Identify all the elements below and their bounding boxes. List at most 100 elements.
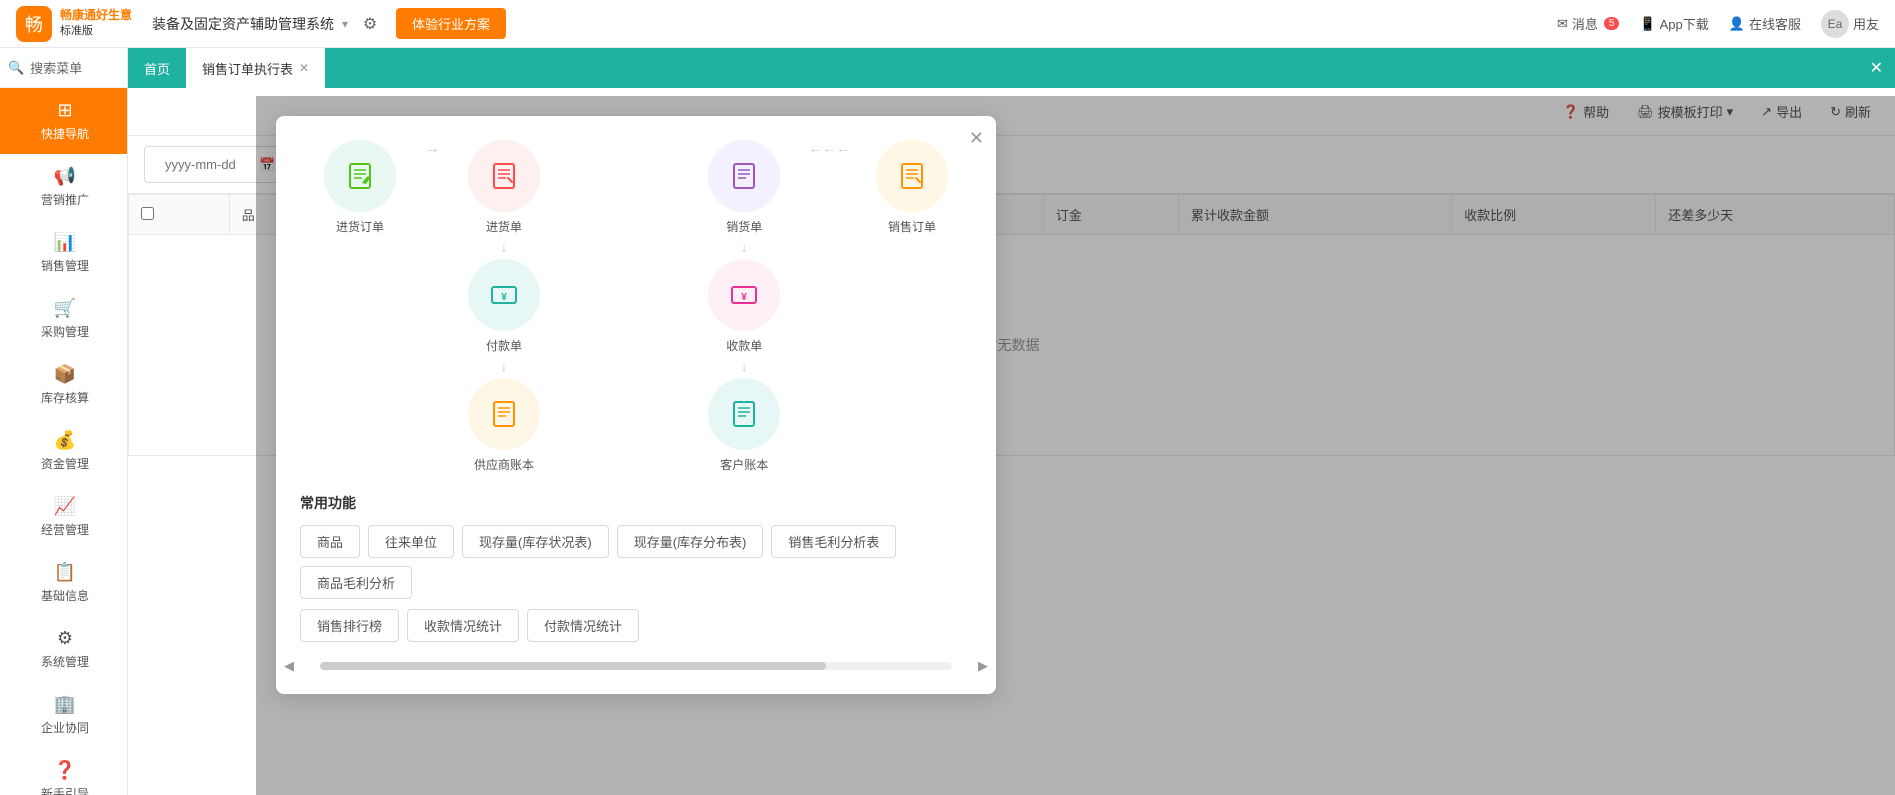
flow-node-purchase-order[interactable]: 进货订单 [300,140,420,235]
scroll-right-button[interactable]: ▶ [978,658,988,674]
flow-circle-purchase-order [324,140,396,212]
flow-node-customer-ledger[interactable]: 客户账本 [684,378,804,473]
close-window-icon[interactable]: ✕ [1870,58,1883,78]
btn-sales-ranking[interactable]: 销售排行榜 [300,609,399,642]
sidebar-item-label: 销售管理 [41,257,89,274]
sidebar-item-label: 快捷导航 [41,125,89,142]
sales-order-tab-label: 销售订单执行表 [202,59,293,78]
app-wrapper: 畅 畅康通好生意 标准版 装备及固定资产辅助管理系统 ▾ ⚙ 体验行业方案 ✉ … [0,0,1895,795]
flow-node-sale-slip[interactable]: 销货单 [684,140,804,235]
modal-scroll-thumb[interactable] [320,662,826,670]
home-tab-label: 首页 [144,59,170,78]
modal-dialog: ✕ [276,116,996,694]
flow-arrow-down-customer: ↓ [741,358,748,374]
top-right-area: ✉ 消息 5 📱 App下载 👤 在线客服 Ea 用友 [1557,10,1879,38]
flow-circle-sale-slip [708,140,780,212]
user-area[interactable]: Ea 用友 [1821,10,1879,38]
modal-close-button[interactable]: ✕ [969,128,984,149]
flow-label-payment-out: 付款单 [486,337,522,354]
sidebar-item-label: 经营管理 [41,521,89,538]
app-download-button[interactable]: 📱 App下载 [1639,14,1708,33]
sidebar-item-finance[interactable]: 💰 资金管理 [0,418,127,484]
quick-nav-icon: ⊞ [57,100,72,121]
flow-diagram-section: 进货订单 → [300,140,972,473]
btn-product-gross[interactable]: 商品毛利分析 [300,566,412,599]
flow-label-purchase-slip: 进货单 [486,218,522,235]
sidebar-item-label: 企业协同 [41,719,89,736]
btn-stock-dist[interactable]: 现存量(库存分布表) [617,525,764,558]
sidebar-item-sales[interactable]: 📊 销售管理 [0,220,127,286]
btn-payout-stats[interactable]: 付款情况统计 [527,609,639,642]
online-service-button[interactable]: 👤 在线客服 [1729,14,1801,33]
sidebar: 🔍 搜索菜单 ⊞ 快捷导航 📢 营销推广 📊 销售管理 🛒 采购管理 📦 [0,48,128,795]
flow-circle-supplier-ledger [468,378,540,450]
flow-arrow-down-supplier: ↓ [501,358,508,374]
logo-area: 畅 畅康通好生意 标准版 [16,6,144,42]
service-label: 在线客服 [1749,14,1801,33]
service-icon: 👤 [1729,16,1745,32]
sidebar-item-marketing[interactable]: 📢 营销推广 [0,154,127,220]
tab-close-icon[interactable]: ✕ [299,61,309,75]
flow-circle-customer-ledger [708,378,780,450]
message-button[interactable]: ✉ 消息 5 [1557,14,1619,33]
basic-info-icon: 📋 [54,562,76,583]
app-download-label: App下载 [1660,14,1709,33]
search-menu-button[interactable]: 🔍 搜索菜单 [0,48,127,88]
flow-circle-payment-out: ¥ [468,259,540,331]
tab-bar: 首页 销售订单执行表 ✕ ✕ [128,48,1895,88]
btn-stock-status[interactable]: 现存量(库存状况表) [462,525,609,558]
sidebar-item-newbie[interactable]: ❓ 新手引导 [0,748,127,795]
common-buttons-row2: 销售排行榜 收款情况统计 付款情况统计 [300,609,972,642]
sidebar-item-quick-nav[interactable]: ⊞ 快捷导航 [0,88,127,154]
flow-arrow-right1: → [424,140,440,182]
chevron-down-icon[interactable]: ▾ [342,17,348,31]
flow-circle-payment-in: ¥ [708,259,780,331]
inventory-icon: 📦 [54,364,76,385]
flow-label-sale-slip: 销货单 [726,218,762,235]
sidebar-item-label: 系统管理 [41,653,89,670]
trial-button[interactable]: 体验行业方案 [396,8,506,39]
sidebar-item-enterprise[interactable]: 🏢 企业协同 [0,682,127,748]
enterprise-icon: 🏢 [54,694,76,715]
purchase-icon: 🛒 [54,298,76,319]
scroll-left-button[interactable]: ◀ [284,658,294,674]
operations-icon: 📈 [54,496,76,517]
common-buttons-row1: 商品 往来单位 现存量(库存状况表) 现存量(库存分布表) 销售毛利分析表 商品… [300,525,972,599]
select-all-checkbox[interactable] [141,207,154,220]
common-functions-title: 常用功能 [300,493,972,513]
svg-text:¥: ¥ [501,292,507,303]
sidebar-item-system[interactable]: ⚙ 系统管理 [0,616,127,682]
btn-payment-stats[interactable]: 收款情况统计 [407,609,519,642]
modal-scrollbar[interactable] [320,662,952,670]
btn-products[interactable]: 商品 [300,525,360,558]
btn-counterparty[interactable]: 往来单位 [368,525,454,558]
user-name: 用友 [1853,14,1879,33]
system-title-text: 装备及固定资产辅助管理系统 [152,14,334,34]
flow-label-supplier-ledger: 供应商账本 [474,456,534,473]
sidebar-item-purchase[interactable]: 🛒 采购管理 [0,286,127,352]
sidebar-item-basic-info[interactable]: 📋 基础信息 [0,550,127,616]
sidebar-item-inventory[interactable]: 📦 库存核算 [0,352,127,418]
content-area: 首页 销售订单执行表 ✕ ✕ ❓ 帮助 🖨 按模板打印 [128,48,1895,795]
flow-node-payment-out[interactable]: ¥ 付款单 [444,259,564,354]
flow-node-supplier-ledger[interactable]: 供应商账本 [444,378,564,473]
date-from-field[interactable] [155,152,255,177]
flow-node-sales-order[interactable]: 销售订单 [852,140,972,235]
modal-overlay[interactable]: ✕ [256,96,1895,795]
logo-line2: 标准版 [60,24,132,39]
btn-sales-gross[interactable]: 销售毛利分析表 [771,525,896,558]
logo-line1: 畅康通好生意 [60,7,132,24]
flow-arrow-dashed: ← ← ← [808,140,848,180]
sidebar-item-operations[interactable]: 📈 经营管理 [0,484,127,550]
flow-node-purchase-slip[interactable]: 进货单 [444,140,564,235]
logo-icon: 畅 [16,6,52,42]
flow-node-payment-in[interactable]: ¥ 收款单 [684,259,804,354]
tab-sales-order-exec[interactable]: 销售订单执行表 ✕ [186,48,325,88]
sidebar-item-label: 营销推广 [41,191,89,208]
gear-button[interactable]: ⚙ [356,10,384,38]
flow-arrow-down-payment: ↓ [501,239,508,255]
tab-home[interactable]: 首页 [128,48,186,88]
message-icon: ✉ [1557,16,1568,32]
svg-text:¥: ¥ [741,292,747,303]
flow-label-purchase-order: 进货订单 [336,218,384,235]
